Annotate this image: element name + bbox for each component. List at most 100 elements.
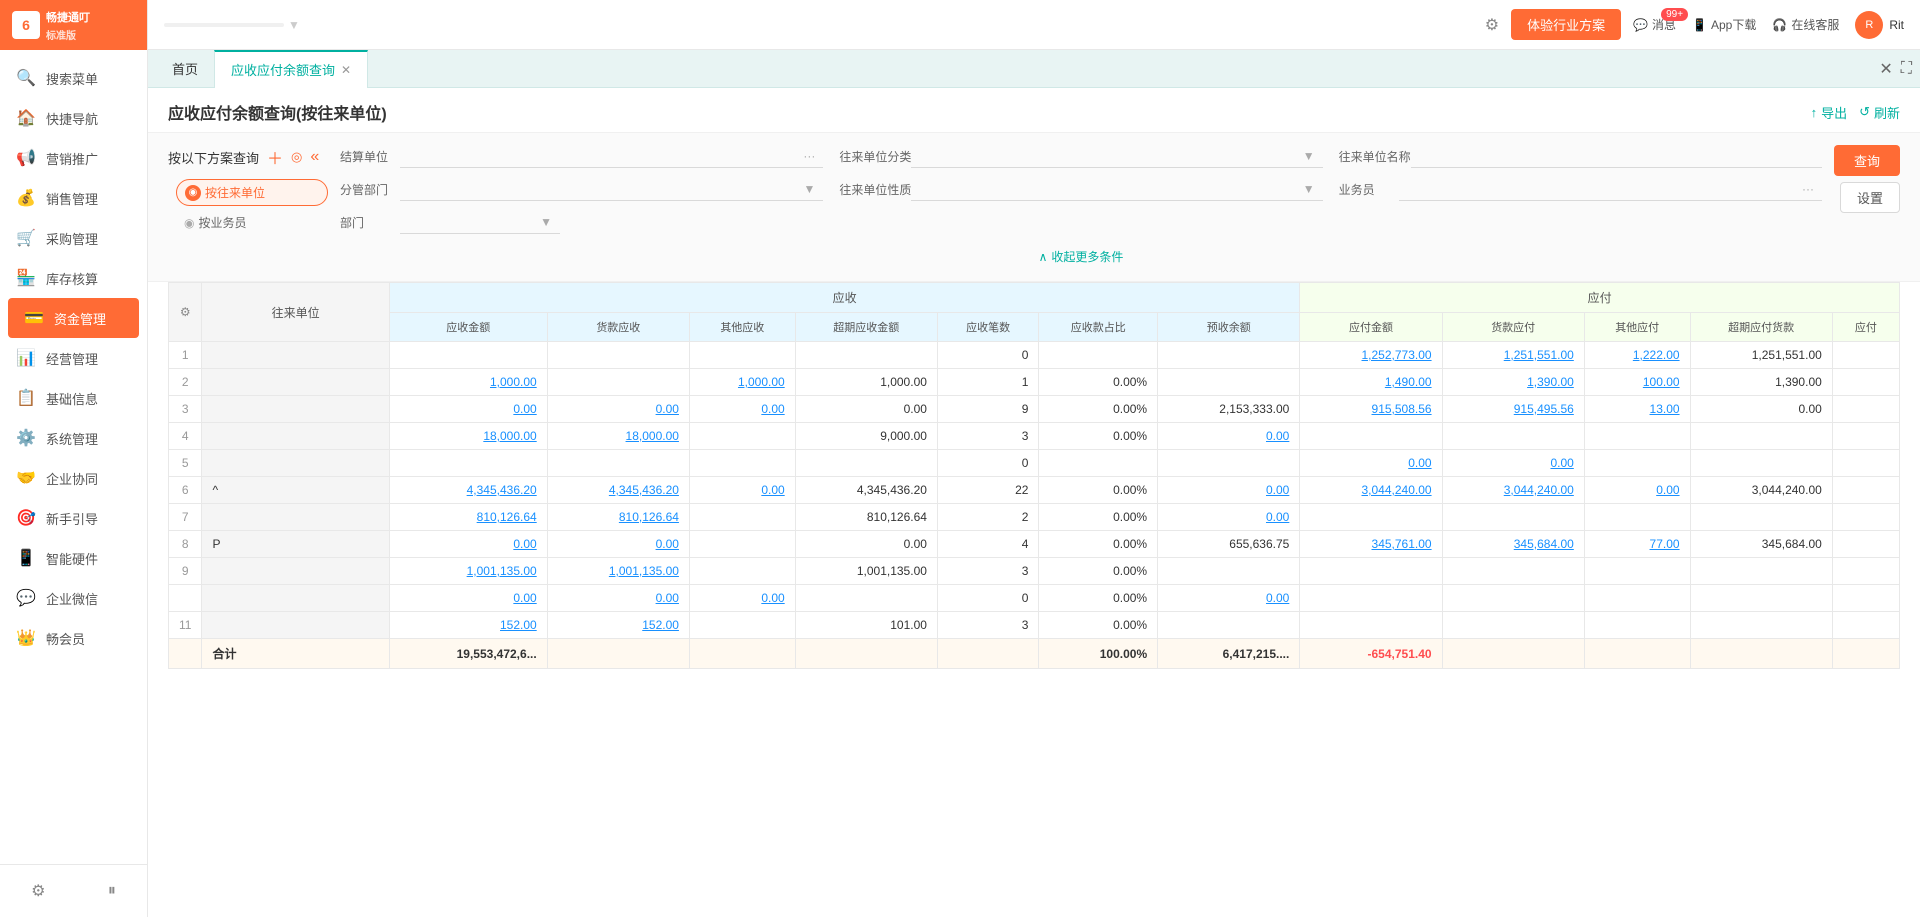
- filter-scheme-label-row: 按以下方案查询 ＋ ◎ «: [168, 145, 328, 169]
- sidebar-item-search[interactable]: 🔍 搜索菜单: [0, 58, 147, 98]
- table-row: 9 1,001,135.00 1,001,135.00 1,001,135.00…: [169, 558, 1900, 585]
- cell-hkys: [547, 369, 689, 396]
- cell-ysbzb: 0.00%: [1039, 369, 1158, 396]
- sidebar-label-enterprise: 企业协同: [46, 469, 98, 488]
- filter-ywy-input[interactable]: ···: [1399, 178, 1822, 201]
- sidebar-item-basic[interactable]: 📋 基础信息: [0, 378, 147, 418]
- logo-area: 6 畅捷通叮 标准版: [0, 0, 147, 50]
- marketing-icon: 📢: [16, 148, 36, 168]
- sidebar-item-nav[interactable]: 🏠 快捷导航: [0, 98, 147, 138]
- query-btn[interactable]: 查询: [1834, 145, 1900, 176]
- tab-expand-icon[interactable]: ⛶: [1901, 60, 1912, 78]
- cell-yf: [1832, 342, 1899, 369]
- filter-bm-select[interactable]: ▼: [400, 211, 560, 234]
- sidebar-item-system[interactable]: ⚙️ 系统管理: [0, 418, 147, 458]
- sidebar-item-guide[interactable]: 🎯 新手引导: [0, 498, 147, 538]
- cell-ysye: [1158, 612, 1300, 639]
- sidebar-label-hardware: 智能硬件: [46, 549, 98, 568]
- cell-unit: [202, 423, 389, 450]
- user-info[interactable]: R Rit: [1855, 11, 1904, 39]
- avatar: R: [1855, 11, 1883, 39]
- sidebar-item-wechat[interactable]: 💬 企业微信: [0, 578, 147, 618]
- breadcrumb-arrow: ▼: [288, 18, 300, 32]
- th-ysje: 应收金额: [389, 313, 547, 342]
- table-settings-icon[interactable]: ⚙: [180, 305, 191, 319]
- cell-cqyf: [1690, 504, 1832, 531]
- filter-lwdwxz-select[interactable]: ▼: [911, 178, 1322, 201]
- cell-ysbs: 4: [937, 531, 1039, 558]
- filter-add-btn[interactable]: ＋: [267, 145, 283, 169]
- export-btn[interactable]: ↑ 导出: [1811, 103, 1848, 122]
- sidebar-item-purchase[interactable]: 🛒 采购管理: [0, 218, 147, 258]
- table-row: 4 18,000.00 18,000.00 9,000.00 3 0.00% 0…: [169, 423, 1900, 450]
- filter-lwdwmc-input[interactable]: [1411, 145, 1822, 168]
- sidebar-item-enterprise[interactable]: 🤝 企业协同: [0, 458, 147, 498]
- cell-qtys: [689, 423, 795, 450]
- app-label: App下载: [1711, 16, 1756, 33]
- sidebar-item-inventory[interactable]: 🏪 库存核算: [0, 258, 147, 298]
- cell-ysbs: 0: [937, 450, 1039, 477]
- filter-lwdwfl-arrow: ▼: [1303, 149, 1315, 163]
- service-btn[interactable]: 🎧 在线客服: [1772, 16, 1839, 33]
- filter-scheme-label: 按以下方案查询: [168, 148, 259, 167]
- setting-btn[interactable]: 设置: [1840, 182, 1900, 213]
- cell-yfje: [1300, 612, 1442, 639]
- sidebar-item-management[interactable]: 📊 经营管理: [0, 338, 147, 378]
- cell-cqys: 4,345,436.20: [795, 477, 937, 504]
- username: Rit: [1889, 18, 1904, 32]
- sidebar-item-hardware[interactable]: 📱 智能硬件: [0, 538, 147, 578]
- cell-qtys: [689, 612, 795, 639]
- cell-cqys: [795, 342, 937, 369]
- app-download-btn[interactable]: 📱 App下载: [1692, 16, 1756, 33]
- tab-close-icon[interactable]: ✕: [341, 63, 351, 77]
- sidebar-item-finance[interactable]: 💳 资金管理: [8, 298, 139, 338]
- sidebar-item-vip[interactable]: 👑 畅会员: [0, 618, 147, 658]
- cell-qtys: [689, 342, 795, 369]
- filter-group-unit[interactable]: ◉ 按往来单位: [176, 179, 328, 206]
- th-group-yingfu: 应付: [1300, 283, 1900, 313]
- total-yf: [1832, 639, 1899, 669]
- filter-collapse-icon[interactable]: «: [310, 148, 319, 166]
- cell-cqys: 810,126.64: [795, 504, 937, 531]
- filter-fgbm-select[interactable]: ▼: [400, 178, 823, 201]
- filter-collapse-btn[interactable]: ∧ 收起更多条件: [340, 244, 1822, 269]
- th-yf: 应付: [1832, 313, 1899, 342]
- tab-home[interactable]: 首页: [156, 50, 214, 88]
- cell-ysbzb: [1039, 342, 1158, 369]
- cell-cqyf: [1690, 585, 1832, 612]
- cell-ysje: 810,126.64: [389, 504, 547, 531]
- msg-btn[interactable]: 💬 消息 99+: [1633, 16, 1676, 33]
- cell-qtys: 1,000.00: [689, 369, 795, 396]
- cell-hkys: 18,000.00: [547, 423, 689, 450]
- cell-cqyf: 1,390.00: [1690, 369, 1832, 396]
- filter-jsdw-input[interactable]: ···: [400, 145, 823, 168]
- filter-lwdwfl-select[interactable]: ▼: [911, 145, 1322, 168]
- sidebar-label-search: 搜索菜单: [46, 69, 98, 88]
- settings-gear-icon[interactable]: ⚙: [1485, 15, 1499, 35]
- cell-qtys: [689, 504, 795, 531]
- sidebar-settings-btn[interactable]: ⚙: [23, 873, 53, 909]
- sidebar-label-guide: 新手引导: [46, 509, 98, 528]
- tab-query[interactable]: 应收应付余额查询 ✕: [214, 50, 368, 88]
- filter-group-salesman[interactable]: ◉ 按业务员: [176, 210, 328, 235]
- refresh-btn[interactable]: ↺ 刷新: [1859, 103, 1900, 122]
- tab-close-window-icon[interactable]: ✕: [1879, 59, 1892, 79]
- cell-yf: [1832, 396, 1899, 423]
- filter-actions: 查询 设置: [1834, 145, 1900, 213]
- sidebar-item-sales[interactable]: 💰 销售管理: [0, 178, 147, 218]
- industry-solution-btn[interactable]: 体验行业方案: [1511, 9, 1621, 40]
- cell-hkys: 810,126.64: [547, 504, 689, 531]
- page-content: 应收应付余额查询(按往来单位) ↑ 导出 ↺ 刷新 按以下方案查询: [148, 88, 1920, 917]
- management-icon: 📊: [16, 348, 36, 368]
- sidebar-menu: 🔍 搜索菜单 🏠 快捷导航 📢 营销推广 💰 销售管理 🛒 采购管理 🏪 库存核…: [0, 50, 147, 864]
- table-row: 0.00 0.00 0.00 0 0.00% 0.00: [169, 585, 1900, 612]
- sidebar-item-marketing[interactable]: 📢 营销推广: [0, 138, 147, 178]
- sidebar-collapse-btn[interactable]: ⏸: [100, 874, 124, 908]
- cell-index: 5: [169, 450, 202, 477]
- total-ysje: 19,553,472,6...: [389, 639, 547, 669]
- cell-index: 2: [169, 369, 202, 396]
- th-ysye: 预收余额: [1158, 313, 1300, 342]
- purchase-icon: 🛒: [16, 228, 36, 248]
- table-row: 1 0 1,252,773.00 1,251,551.00 1,222.00 1…: [169, 342, 1900, 369]
- filter-target-btn[interactable]: ◎: [291, 149, 302, 165]
